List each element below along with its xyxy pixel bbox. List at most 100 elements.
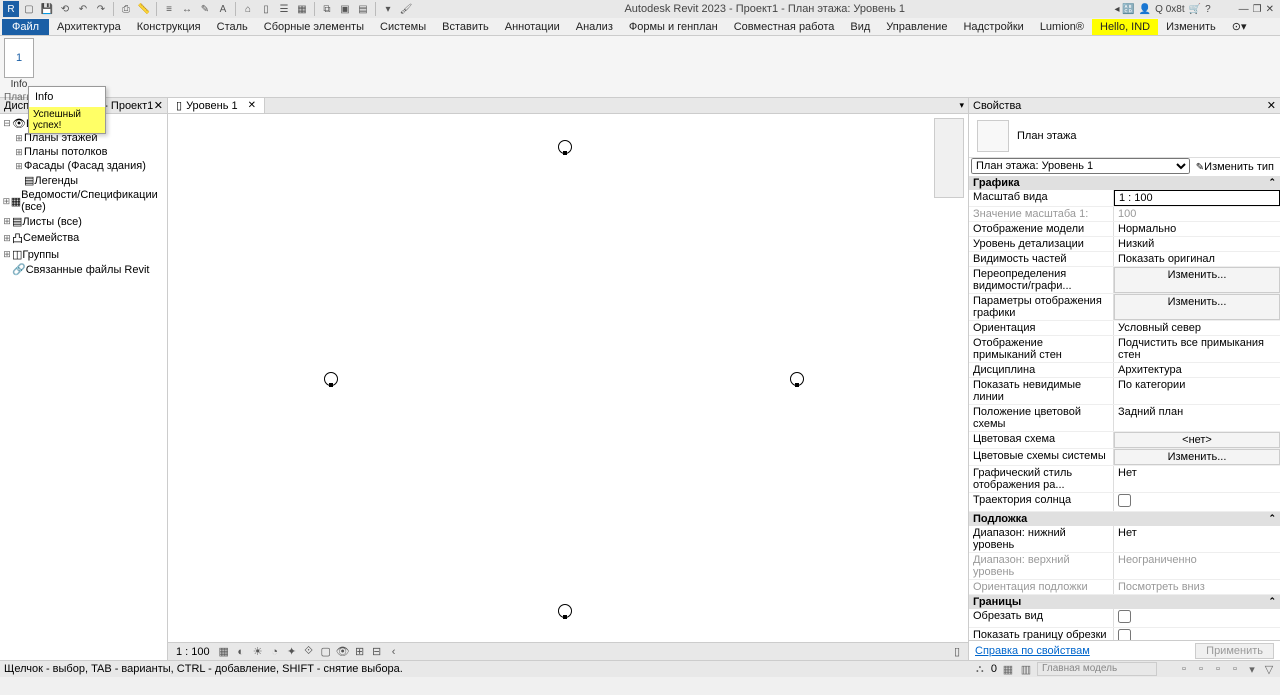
redo-icon[interactable]: ↷ (93, 1, 109, 17)
prop-underlay-low[interactable]: Нет (1114, 526, 1280, 552)
tab-file[interactable]: Файл (2, 19, 49, 35)
pgroup-extents[interactable]: Границы⌃ (969, 595, 1280, 609)
open-icon[interactable]: ▢ (21, 1, 37, 17)
info-button[interactable]: 1 (4, 38, 34, 78)
tab-view[interactable]: Вид (842, 19, 878, 35)
dim-icon[interactable]: ↔ (179, 1, 195, 17)
cascade-icon[interactable]: ▣ (337, 1, 353, 17)
tab-annotate[interactable]: Аннотации (497, 19, 568, 35)
elevation-marker[interactable] (790, 372, 804, 386)
close-window-icon[interactable]: ✕ (1266, 4, 1274, 15)
prop-discipline[interactable]: Архитектура (1114, 363, 1280, 377)
minimize-icon[interactable]: — (1239, 4, 1249, 15)
prop-color-loc[interactable]: Задний план (1114, 405, 1280, 431)
prop-gfx-style[interactable]: Нет (1114, 466, 1280, 492)
tab-structure[interactable]: Конструкция (129, 19, 209, 35)
prop-wall-join[interactable]: Подчистить все примыкания стен (1114, 336, 1280, 362)
text-icon[interactable]: A (215, 1, 231, 17)
prop-model-display[interactable]: Нормально (1114, 222, 1280, 236)
cart-icon[interactable]: 🛒 (1189, 4, 1201, 15)
maximize-icon[interactable]: ❐ (1253, 4, 1262, 15)
tab-insert[interactable]: Вставить (434, 19, 497, 35)
section-icon[interactable]: ▯ (258, 1, 274, 17)
view-tab-level1[interactable]: ▯ Уровень 1 ✕ (168, 98, 265, 113)
sb-editreq-icon[interactable]: ▦ (1001, 662, 1015, 676)
vc-render-icon[interactable]: ✦ (285, 645, 299, 659)
tab-steel[interactable]: Сталь (209, 19, 256, 35)
properties-apply-button[interactable]: Применить (1195, 643, 1274, 659)
print-icon[interactable]: ⎙ (118, 1, 134, 17)
vc-cropreg-icon[interactable]: ▢ (319, 645, 333, 659)
tab-hello-ind[interactable]: Hello, IND (1092, 19, 1158, 35)
prop-sun-path[interactable] (1114, 493, 1280, 511)
sb-sel1-icon[interactable]: ▫ (1177, 662, 1191, 676)
tree-revit-links[interactable]: 🔗 Связанные файлы Revit (2, 262, 165, 277)
paint-icon[interactable]: 🖌 (398, 1, 414, 17)
user-label[interactable]: Q 0x8t (1155, 4, 1184, 15)
tab-analyze[interactable]: Анализ (568, 19, 621, 35)
prop-parts-vis[interactable]: Показать оригинал (1114, 252, 1280, 266)
tab-architecture[interactable]: Архитектура (49, 19, 129, 35)
settings-icon[interactable]: ▾ (380, 1, 396, 17)
vc-more-icon[interactable]: ‹ (387, 645, 401, 659)
prop-view-scale[interactable]: 1 : 100 (1114, 190, 1280, 206)
measure-icon[interactable]: 📏 (136, 1, 152, 17)
tab-precast[interactable]: Сборные элементы (256, 19, 372, 35)
vc-scroll-icon[interactable]: ▯ (950, 645, 964, 659)
3d-icon[interactable]: ⌂ (240, 1, 256, 17)
tree-groups[interactable]: ⊞◫ Группы (2, 247, 165, 262)
sb-sel4-icon[interactable]: ▫ (1228, 662, 1242, 676)
close-hid-icon[interactable]: ▦ (294, 1, 310, 17)
tag-icon[interactable]: ✎ (197, 1, 213, 17)
vc-scale[interactable]: 1 : 100 (172, 646, 214, 658)
elevation-marker[interactable] (558, 140, 572, 154)
prop-crop-visible[interactable] (1114, 628, 1280, 640)
sb-model-selector[interactable]: Главная модель (1037, 662, 1157, 676)
tile-icon[interactable]: ▤ (355, 1, 371, 17)
prop-detail-level[interactable]: Низкий (1114, 237, 1280, 251)
prop-gfx-opts-btn[interactable]: Изменить... (1114, 294, 1280, 320)
tree-legends[interactable]: ▤ Легенды (2, 173, 165, 188)
info-center-icon[interactable]: ◂ 🔠 (1114, 4, 1134, 15)
prop-crop-view[interactable] (1114, 609, 1280, 627)
tree-elevations[interactable]: ⊞Фасады (Фасад здания) (2, 159, 165, 173)
tab-addins[interactable]: Надстройки (955, 19, 1031, 35)
switch-icon[interactable]: ⧉ (319, 1, 335, 17)
tab-lumion[interactable]: Lumion® (1032, 19, 1092, 35)
vc-sun-icon[interactable]: ☀ (251, 645, 265, 659)
user-icon[interactable]: 👤 (1139, 4, 1151, 15)
sb-design-icon[interactable]: ▥ (1019, 662, 1033, 676)
ribbon-dropdown-item[interactable]: Info (29, 87, 105, 107)
tab-modify[interactable]: Изменить (1158, 19, 1224, 35)
vc-hide-icon[interactable]: 👁 (336, 645, 350, 659)
sync-icon[interactable]: ⟲ (57, 1, 73, 17)
thin-icon[interactable]: ☰ (276, 1, 292, 17)
sb-sel5-icon[interactable]: ▾ (1245, 662, 1259, 676)
vc-shadow-icon[interactable]: ◔ (268, 645, 282, 659)
tree-families[interactable]: ⊞凸 Семейства (2, 229, 165, 247)
tab-massing[interactable]: Формы и генплан (621, 19, 726, 35)
edit-type-button[interactable]: ✎ Изменить тип (1192, 158, 1278, 176)
tree-schedules[interactable]: ⊞▦ Ведомости/Спецификации (все) (2, 188, 165, 214)
vc-crop-icon[interactable]: ⟐ (302, 645, 316, 659)
vc-constraint-icon[interactable]: ⊟ (370, 645, 384, 659)
app-icon[interactable]: R (3, 1, 19, 17)
sb-sel2-icon[interactable]: ▫ (1194, 662, 1208, 676)
elevation-marker[interactable] (558, 604, 572, 618)
prop-orientation[interactable]: Условный север (1114, 321, 1280, 335)
tab-collab[interactable]: Совместная работа (726, 19, 843, 35)
save-icon[interactable]: 💾 (39, 1, 55, 17)
help-icon[interactable]: ? (1205, 4, 1211, 15)
navigation-bar[interactable] (934, 118, 964, 198)
prop-sys-color-btn[interactable]: Изменить... (1114, 449, 1280, 465)
properties-help-link[interactable]: Справка по свойствам (975, 645, 1090, 657)
prop-hidden-lines[interactable]: По категории (1114, 378, 1280, 404)
tab-manage[interactable]: Управление (878, 19, 955, 35)
prop-color-scheme[interactable]: <нет> (1114, 432, 1280, 448)
sb-workset-icon[interactable]: ⛬ (973, 662, 987, 676)
properties-instance-selector[interactable]: План этажа: Уровень 1 (971, 158, 1190, 174)
align-icon[interactable]: ≡ (161, 1, 177, 17)
elevation-marker[interactable] (324, 372, 338, 386)
view-tabs-menu-icon[interactable]: ▾ (955, 100, 968, 111)
prop-vis-overrides-btn[interactable]: Изменить... (1114, 267, 1280, 293)
